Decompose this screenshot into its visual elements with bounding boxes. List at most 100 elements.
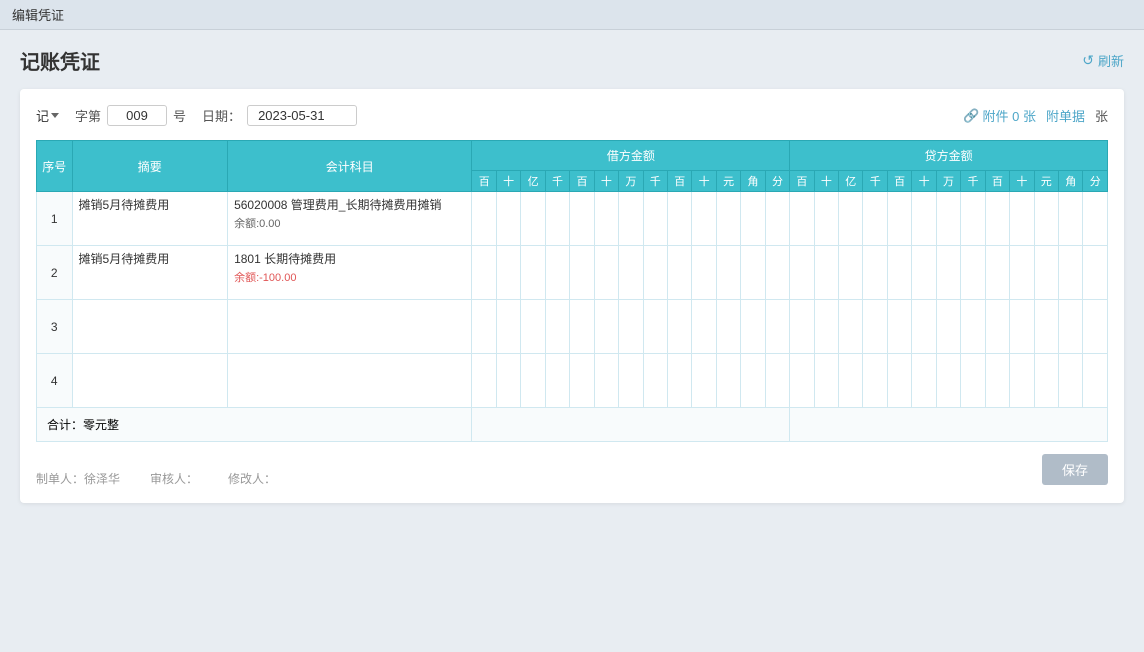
row-1-debit-0[interactable]	[472, 246, 496, 300]
row-3-credit-7[interactable]	[961, 354, 985, 408]
date-input[interactable]	[247, 105, 357, 126]
row-1-debit-11[interactable]	[741, 246, 765, 300]
row-2-credit-11[interactable]	[1058, 300, 1082, 354]
row-1-debit-7[interactable]	[643, 246, 667, 300]
row-1-debit-5[interactable]	[594, 246, 618, 300]
row-1-debit-10[interactable]	[716, 246, 740, 300]
ji-select[interactable]: 记	[36, 106, 59, 125]
row-0-debit-10[interactable]	[716, 192, 740, 246]
row-3-debit-10[interactable]	[716, 354, 740, 408]
row-2-debit-3[interactable]	[545, 300, 569, 354]
row-1-credit-2[interactable]	[839, 246, 863, 300]
row-3-debit-3[interactable]	[545, 354, 569, 408]
row-3-credit-5[interactable]	[912, 354, 936, 408]
row-3-credit-11[interactable]	[1058, 354, 1082, 408]
row-0-debit-6[interactable]	[619, 192, 643, 246]
row-0-credit-2[interactable]	[839, 192, 863, 246]
row-2-credit-2[interactable]	[839, 300, 863, 354]
row-3-credit-1[interactable]	[814, 354, 838, 408]
row-0-debit-4[interactable]	[570, 192, 594, 246]
row-1-credit-3[interactable]	[863, 246, 887, 300]
row-0-debit-5[interactable]	[594, 192, 618, 246]
row-2-credit-5[interactable]	[912, 300, 936, 354]
row-0-credit-12[interactable]	[1083, 192, 1108, 246]
row-0-debit-2[interactable]	[521, 192, 545, 246]
row-2-credit-6[interactable]	[936, 300, 960, 354]
row-3-debit-5[interactable]	[594, 354, 618, 408]
row-3-credit-8[interactable]	[985, 354, 1009, 408]
row-1-credit-11[interactable]	[1058, 246, 1082, 300]
row-0-debit-3[interactable]	[545, 192, 569, 246]
row-2-debit-8[interactable]	[667, 300, 691, 354]
row-2-credit-0[interactable]	[790, 300, 814, 354]
row-0-credit-0[interactable]	[790, 192, 814, 246]
row-2-debit-5[interactable]	[594, 300, 618, 354]
row-1-credit-0[interactable]	[790, 246, 814, 300]
row-3-debit-11[interactable]	[741, 354, 765, 408]
row-2-debit-11[interactable]	[741, 300, 765, 354]
row-0-debit-1[interactable]	[496, 192, 520, 246]
row-0-credit-7[interactable]	[961, 192, 985, 246]
row-0-credit-10[interactable]	[1034, 192, 1058, 246]
row-0-debit-11[interactable]	[741, 192, 765, 246]
row-1-credit-1[interactable]	[814, 246, 838, 300]
row-3-credit-3[interactable]	[863, 354, 887, 408]
row-3-credit-2[interactable]	[839, 354, 863, 408]
row-3-credit-10[interactable]	[1034, 354, 1058, 408]
row-account-0[interactable]: 56020008 管理费用_长期待摊费用摊销余额:0.00	[228, 192, 472, 246]
row-0-credit-3[interactable]	[863, 192, 887, 246]
row-summary-3[interactable]	[72, 354, 228, 408]
row-0-credit-5[interactable]	[912, 192, 936, 246]
row-account-2[interactable]	[228, 300, 472, 354]
row-2-debit-6[interactable]	[619, 300, 643, 354]
row-2-credit-9[interactable]	[1010, 300, 1034, 354]
refresh-button[interactable]: ↺ 刷新	[1082, 51, 1124, 70]
row-summary-0[interactable]: 摊销5月待摊费用	[72, 192, 228, 246]
row-summary-1[interactable]: 摊销5月待摊费用	[72, 246, 228, 300]
row-1-debit-8[interactable]	[667, 246, 691, 300]
row-1-credit-7[interactable]	[961, 246, 985, 300]
row-1-credit-5[interactable]	[912, 246, 936, 300]
row-3-credit-6[interactable]	[936, 354, 960, 408]
row-2-debit-2[interactable]	[521, 300, 545, 354]
row-3-credit-12[interactable]	[1083, 354, 1108, 408]
row-1-debit-6[interactable]	[619, 246, 643, 300]
row-3-debit-4[interactable]	[570, 354, 594, 408]
row-0-debit-8[interactable]	[667, 192, 691, 246]
row-0-credit-6[interactable]	[936, 192, 960, 246]
row-1-credit-9[interactable]	[1010, 246, 1034, 300]
row-0-credit-4[interactable]	[887, 192, 911, 246]
row-account-3[interactable]	[228, 354, 472, 408]
row-3-debit-7[interactable]	[643, 354, 667, 408]
row-3-debit-9[interactable]	[692, 354, 716, 408]
row-2-credit-1[interactable]	[814, 300, 838, 354]
row-2-debit-12[interactable]	[765, 300, 789, 354]
zi-input[interactable]	[107, 105, 167, 126]
row-1-credit-6[interactable]	[936, 246, 960, 300]
row-3-credit-9[interactable]	[1010, 354, 1034, 408]
row-3-credit-4[interactable]	[887, 354, 911, 408]
row-3-debit-8[interactable]	[667, 354, 691, 408]
row-1-debit-12[interactable]	[765, 246, 789, 300]
row-0-debit-0[interactable]	[472, 192, 496, 246]
row-2-credit-10[interactable]	[1034, 300, 1058, 354]
row-0-credit-8[interactable]	[985, 192, 1009, 246]
row-2-debit-0[interactable]	[472, 300, 496, 354]
row-0-credit-11[interactable]	[1058, 192, 1082, 246]
row-0-debit-7[interactable]	[643, 192, 667, 246]
row-1-credit-4[interactable]	[887, 246, 911, 300]
row-2-debit-1[interactable]	[496, 300, 520, 354]
row-account-1[interactable]: 1801 长期待摊费用余额:-100.00	[228, 246, 472, 300]
row-3-debit-6[interactable]	[619, 354, 643, 408]
row-1-debit-9[interactable]	[692, 246, 716, 300]
row-2-debit-10[interactable]	[716, 300, 740, 354]
row-3-debit-0[interactable]	[472, 354, 496, 408]
row-1-debit-2[interactable]	[521, 246, 545, 300]
row-2-credit-12[interactable]	[1083, 300, 1108, 354]
save-button[interactable]: 保存	[1042, 454, 1108, 485]
row-3-credit-0[interactable]	[790, 354, 814, 408]
row-2-credit-3[interactable]	[863, 300, 887, 354]
row-summary-2[interactable]	[72, 300, 228, 354]
row-0-debit-9[interactable]	[692, 192, 716, 246]
row-2-debit-9[interactable]	[692, 300, 716, 354]
